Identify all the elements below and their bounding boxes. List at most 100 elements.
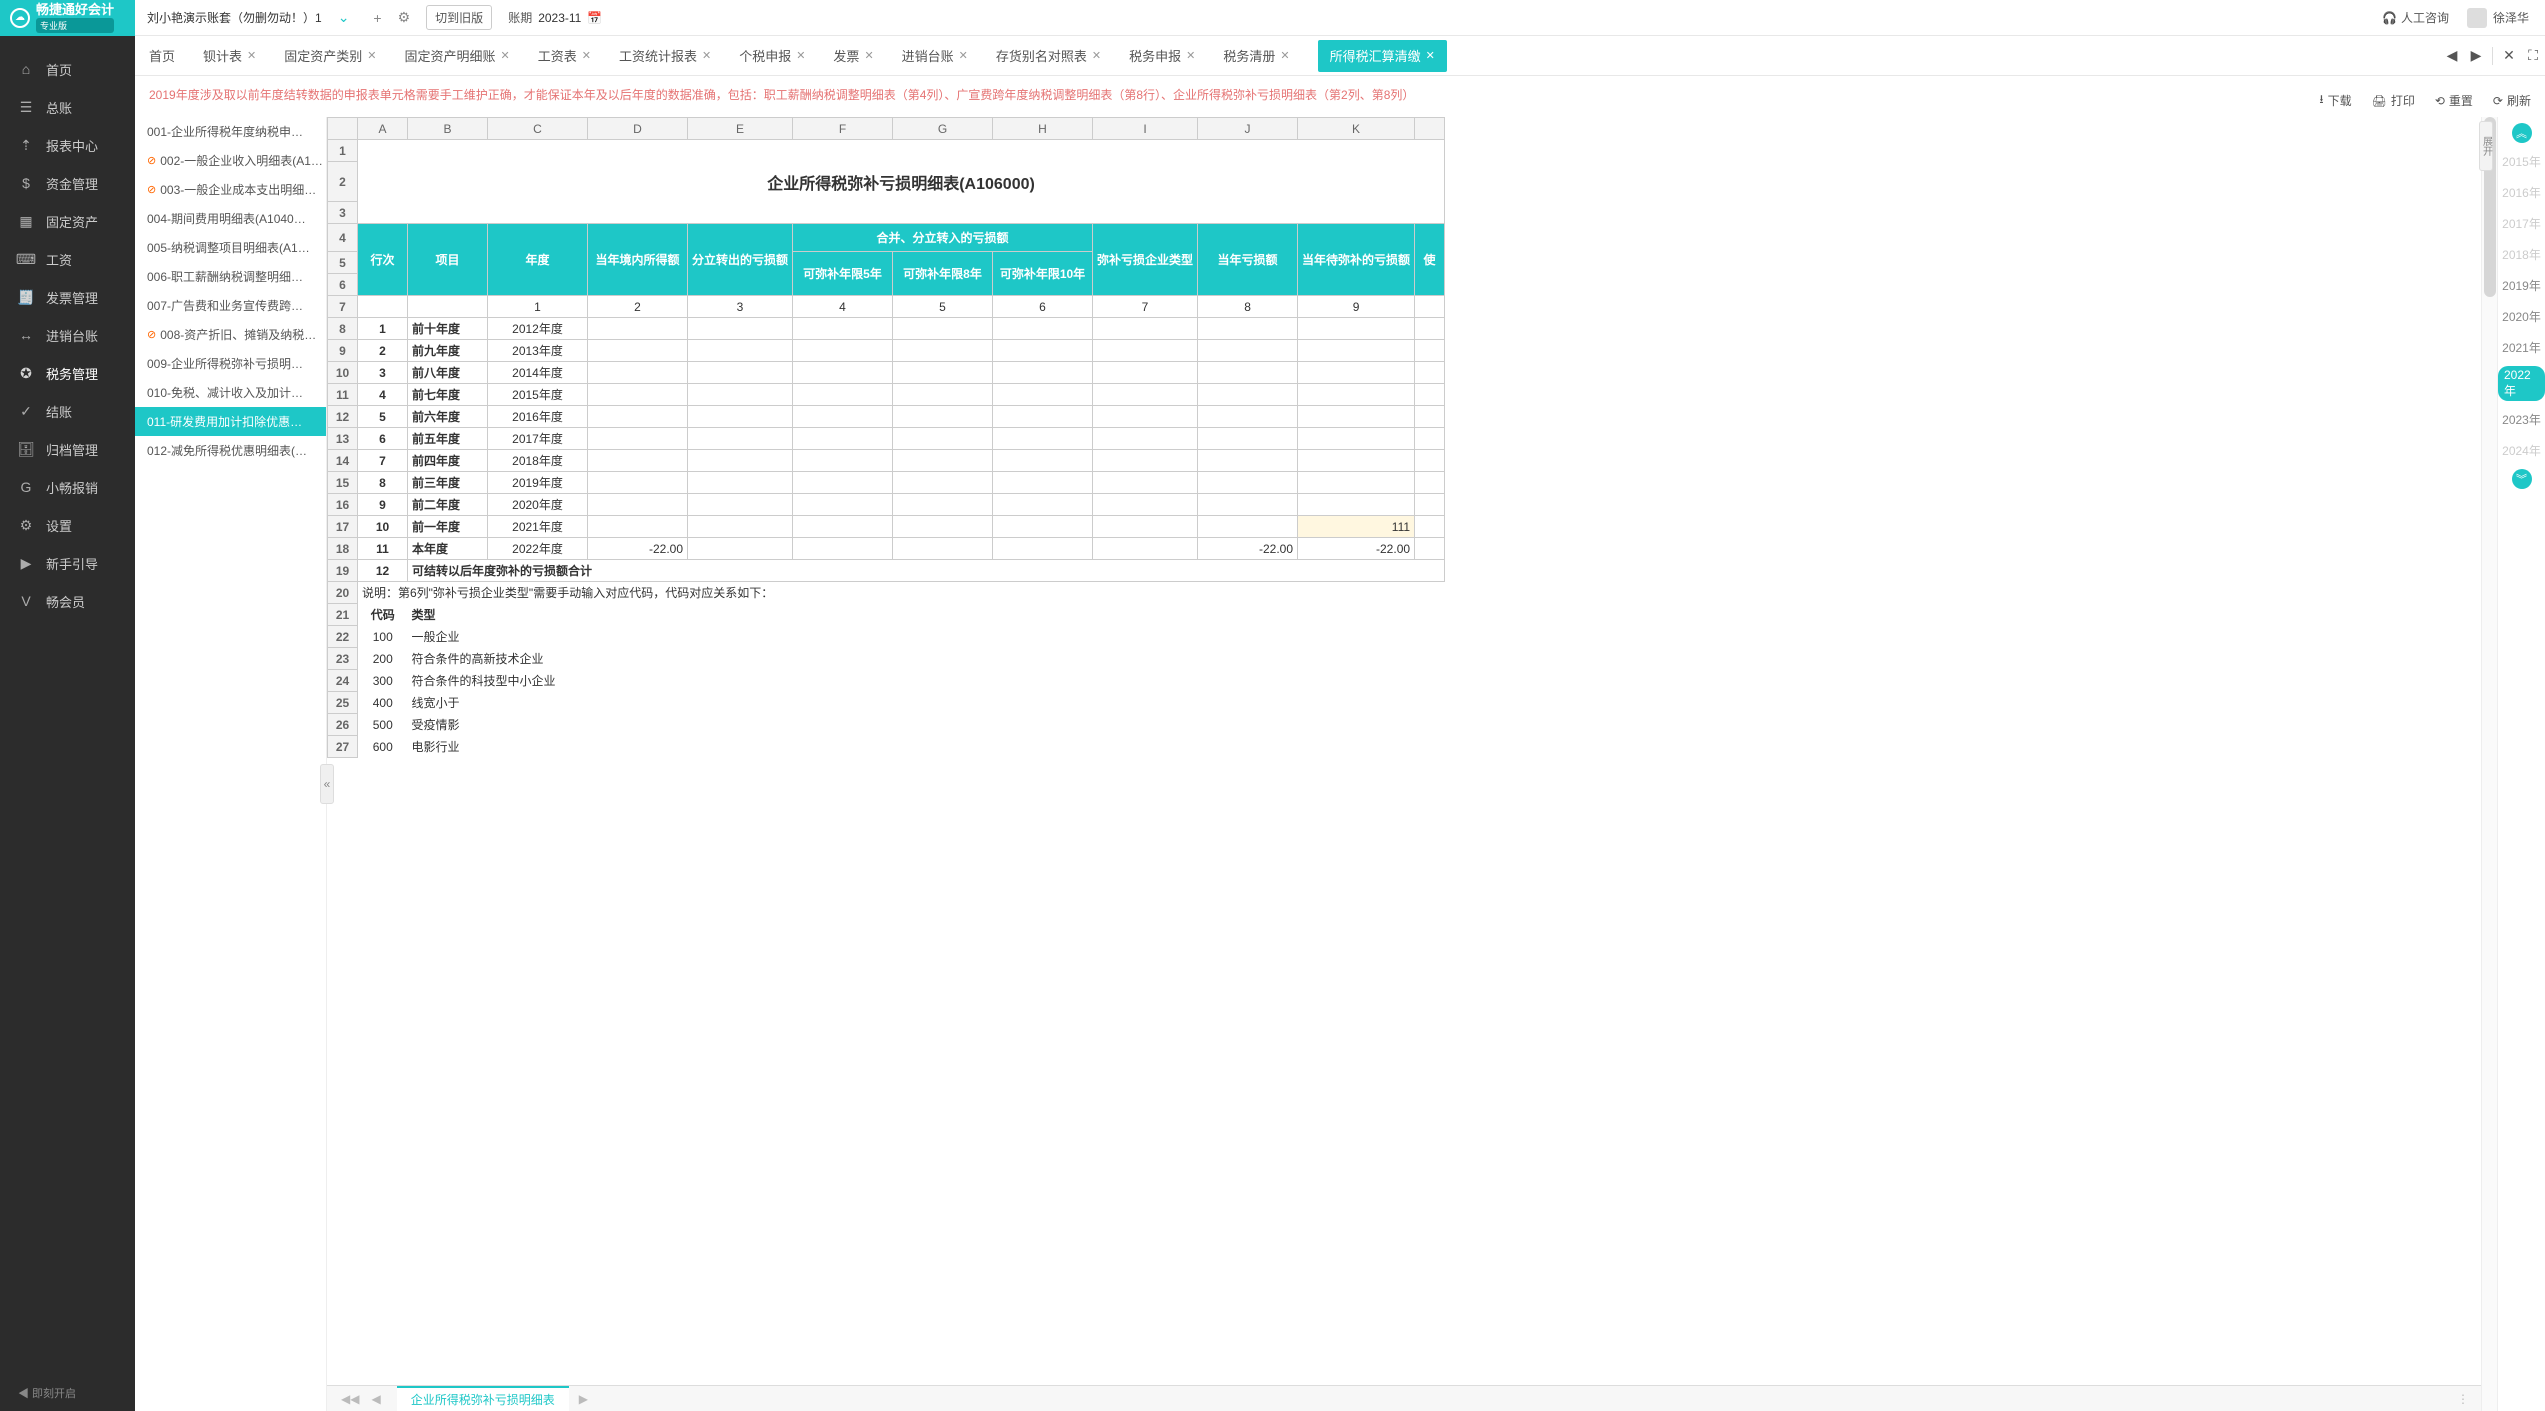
close-icon[interactable]: ✕ (1092, 49, 1101, 62)
form-item[interactable]: 001-企业所得税年度纳税申… (135, 117, 326, 146)
col-header[interactable]: H (993, 118, 1093, 140)
form-item[interactable]: 009-企业所得税弥补亏损明… (135, 349, 326, 378)
year-item[interactable]: 2019年 (2502, 273, 2541, 298)
tab[interactable]: 所得税汇算清缴✕ (1318, 40, 1447, 72)
row-header[interactable]: 2 (328, 162, 358, 202)
form-item[interactable]: 011-研发费用加计扣除优惠… (135, 407, 326, 436)
col-header[interactable]: E (688, 118, 793, 140)
year-item[interactable]: 2018年 (2502, 242, 2541, 267)
download-button[interactable]: ⭳下载 (2319, 90, 2351, 111)
close-icon[interactable]: ✕ (247, 49, 256, 62)
sidebar-item[interactable]: ☰总账 (0, 88, 135, 126)
form-item[interactable]: 005-纳税调整项目明细表(A1… (135, 233, 326, 262)
year-up-icon[interactable]: ︽ (2512, 123, 2532, 143)
year-item[interactable]: 2023年 (2502, 407, 2541, 432)
row-header[interactable]: 19 (328, 560, 358, 582)
period-value[interactable]: 2023-11 (538, 11, 581, 25)
sheet-nav-prev[interactable]: ◀ (371, 1392, 380, 1406)
tab-close-all[interactable]: ✕ (2497, 47, 2521, 64)
row-header[interactable]: 8 (328, 318, 358, 340)
close-icon[interactable]: ✕ (864, 49, 873, 62)
row-header[interactable]: 11 (328, 384, 358, 406)
form-item[interactable]: 010-免税、减计收入及加计… (135, 378, 326, 407)
close-icon[interactable]: ✕ (1280, 49, 1289, 62)
year-item[interactable]: 2015年 (2502, 149, 2541, 174)
sidebar-item[interactable]: ⌂首页 (0, 50, 135, 88)
sidebar-item[interactable]: ✓结账 (0, 392, 135, 430)
fullscreen-icon[interactable]: ⛶ (2521, 47, 2545, 64)
row-header[interactable]: 25 (328, 692, 358, 714)
row-header[interactable]: 23 (328, 648, 358, 670)
tab[interactable]: 个税申报✕ (739, 36, 805, 75)
sidebar-item[interactable]: G小畅报销 (0, 468, 135, 506)
row-header[interactable]: 5 (328, 252, 358, 274)
sheet-tab[interactable]: 企业所得税弥补亏损明细表 (397, 1386, 569, 1411)
tab[interactable]: 固定资产类别✕ (284, 36, 376, 75)
row-header[interactable]: 14 (328, 450, 358, 472)
row-header[interactable]: 27 (328, 736, 358, 758)
add-icon[interactable]: + (373, 10, 381, 26)
close-icon[interactable]: ✕ (501, 49, 510, 62)
tab[interactable]: 税务清册✕ (1223, 36, 1289, 75)
sidebar-item[interactable]: 🧾发票管理 (0, 278, 135, 316)
tab[interactable]: 工资统计报表✕ (619, 36, 711, 75)
year-item[interactable]: 2017年 (2502, 211, 2541, 236)
close-icon[interactable]: ✕ (796, 49, 805, 62)
tab[interactable]: 固定资产明细账✕ (404, 36, 509, 75)
sidebar-item[interactable]: ▶新手引导 (0, 544, 135, 582)
tab[interactable]: 进销台账✕ (902, 36, 968, 75)
sheet-nav-next[interactable]: ▶ (579, 1392, 588, 1406)
form-item[interactable]: ⊘008-资产折旧、摊销及纳税… (135, 320, 326, 349)
sidebar-item[interactable]: ⌨工资 (0, 240, 135, 278)
row-header[interactable]: 26 (328, 714, 358, 736)
row-header[interactable]: 18 (328, 538, 358, 560)
sheet-nav-first[interactable]: ◀◀ (341, 1392, 359, 1406)
tab[interactable]: 存货别名对照表✕ (996, 36, 1101, 75)
row-header[interactable]: 12 (328, 406, 358, 428)
row-header[interactable]: 17 (328, 516, 358, 538)
sidebar-item[interactable]: ↔进销台账 (0, 316, 135, 354)
col-header[interactable]: I (1093, 118, 1198, 140)
row-header[interactable]: 9 (328, 340, 358, 362)
tab-prev[interactable]: ◀ (2440, 47, 2464, 64)
year-down-icon[interactable]: ︾ (2512, 469, 2532, 489)
print-button[interactable]: 🖨打印 (2372, 92, 2415, 109)
row-header[interactable]: 22 (328, 626, 358, 648)
form-item[interactable]: 004-期间费用明细表(A1040… (135, 204, 326, 233)
refresh-button[interactable]: ⟳刷新 (2493, 92, 2531, 109)
col-header[interactable]: A (358, 118, 408, 140)
form-item[interactable]: 012-减免所得税优惠明细表(… (135, 436, 326, 465)
year-item[interactable]: 2016年 (2502, 180, 2541, 205)
row-header[interactable]: 3 (328, 202, 358, 224)
col-header[interactable]: B (408, 118, 488, 140)
avatar[interactable] (2467, 8, 2487, 28)
sidebar-footer[interactable]: ◀ 即刻开启 (0, 1375, 135, 1411)
form-item[interactable]: 007-广告费和业务宣传费跨… (135, 291, 326, 320)
form-item[interactable]: ⊘003-一般企业成本支出明细… (135, 175, 326, 204)
year-item[interactable]: 2021年 (2502, 335, 2541, 360)
sidebar-item[interactable]: ▦固定资产 (0, 202, 135, 240)
col-header[interactable]: D (588, 118, 688, 140)
corner[interactable] (328, 118, 358, 140)
row-header[interactable]: 16 (328, 494, 358, 516)
expand-handle[interactable]: 展开 (2479, 121, 2493, 171)
consult-link[interactable]: 人工咨询 (2401, 9, 2449, 26)
sheet-more-icon[interactable]: ⋮ (2457, 1392, 2469, 1406)
calendar-icon[interactable]: 📅 (587, 11, 602, 25)
close-icon[interactable]: ✕ (1186, 49, 1195, 62)
tab[interactable]: 税务申报✕ (1129, 36, 1195, 75)
row-header[interactable]: 24 (328, 670, 358, 692)
vertical-scrollbar[interactable]: 展开 (2481, 117, 2497, 1411)
account-dropdown-icon[interactable]: ⌄ (338, 9, 350, 26)
close-icon[interactable]: ✕ (959, 49, 968, 62)
row-header[interactable]: 7 (328, 296, 358, 318)
col-header[interactable]: G (893, 118, 993, 140)
row-header[interactable]: 20 (328, 582, 358, 604)
tab[interactable]: 工资表✕ (538, 36, 591, 75)
year-item[interactable]: 2022年 (2498, 366, 2545, 401)
col-header[interactable]: C (488, 118, 588, 140)
row-header[interactable]: 1 (328, 140, 358, 162)
close-icon[interactable]: ✕ (582, 49, 591, 62)
reset-button[interactable]: ⟲重置 (2435, 92, 2473, 109)
year-item[interactable]: 2020年 (2502, 304, 2541, 329)
